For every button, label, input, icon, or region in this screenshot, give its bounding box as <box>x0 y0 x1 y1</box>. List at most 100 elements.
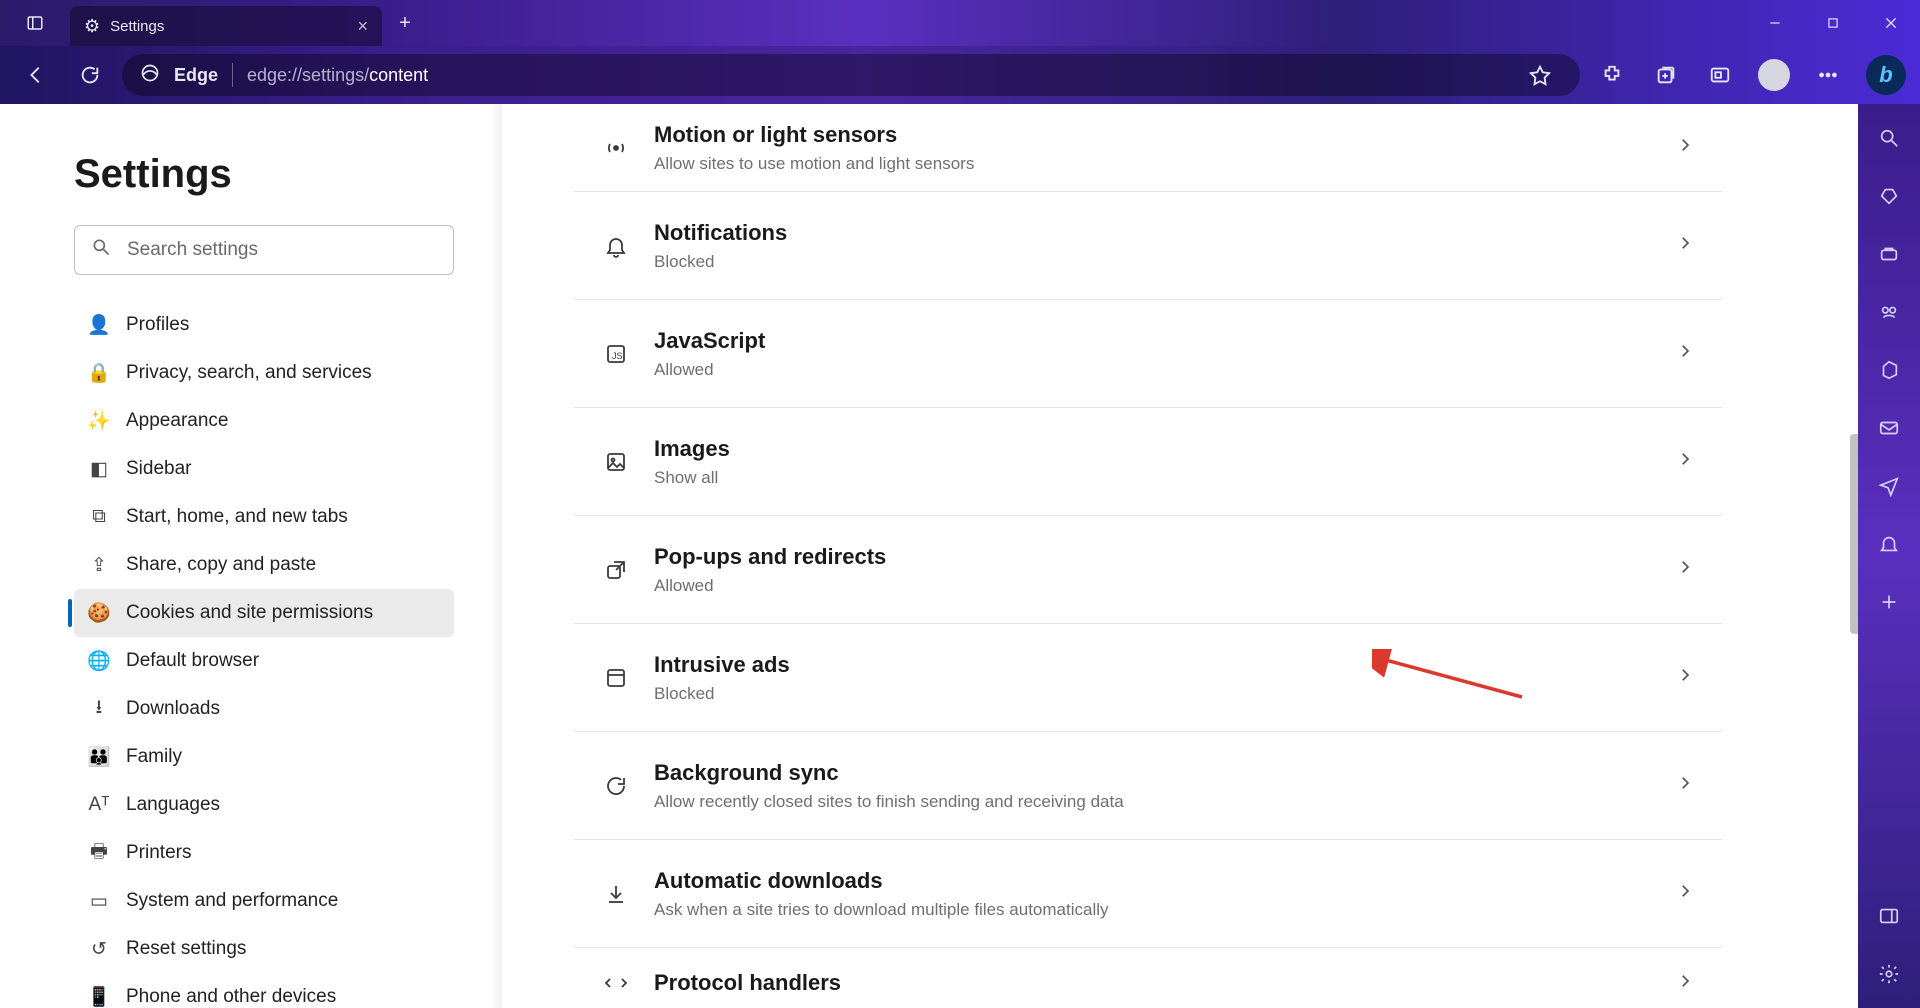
refresh-button[interactable] <box>68 53 112 97</box>
perm-title: Notifications <box>654 220 1652 246</box>
search-icon <box>91 237 111 263</box>
nav-label: Languages <box>126 794 220 816</box>
perm-protocol-handlers[interactable]: Protocol handlers <box>574 948 1722 1008</box>
perm-title: Protocol handlers <box>654 970 1652 996</box>
nav-phone[interactable]: 📱Phone and other devices <box>74 973 454 1008</box>
nav-cookies-site-permissions[interactable]: 🍪 Cookies and site permissions <box>74 589 454 637</box>
perm-title: Images <box>654 436 1652 462</box>
bell-icon <box>602 234 630 258</box>
nav-default-browser[interactable]: 🌐Default browser <box>74 637 454 685</box>
minimize-button[interactable] <box>1746 0 1804 46</box>
close-tab-button[interactable]: × <box>357 16 368 37</box>
scrollbar-thumb[interactable] <box>1850 434 1858 634</box>
nav-label: Appearance <box>126 410 228 432</box>
nav-label: Share, copy and paste <box>126 554 316 576</box>
perm-sub: Allow recently closed sites to finish se… <box>654 792 1652 812</box>
nav-reset[interactable]: ↺Reset settings <box>74 925 454 973</box>
tab-title: Settings <box>110 18 164 35</box>
perm-sub: Ask when a site tries to download multip… <box>654 900 1652 920</box>
protocol-icon <box>602 971 630 995</box>
sidebar-hide-button[interactable] <box>1875 902 1903 930</box>
perm-title: Automatic downloads <box>654 868 1652 894</box>
cookies-icon: 🍪 <box>88 601 110 625</box>
sidebar-notifications-button[interactable] <box>1875 530 1903 558</box>
chevron-right-icon <box>1676 972 1694 995</box>
nav-family[interactable]: 👪Family <box>74 733 454 781</box>
browser-tab-settings[interactable]: ⚙ Settings × <box>70 6 382 46</box>
perm-background-sync[interactable]: Background syncAllow recently closed sit… <box>574 732 1722 840</box>
profile-button[interactable] <box>1752 53 1796 97</box>
javascript-icon: JS <box>602 342 630 366</box>
site-label: Edge <box>174 65 218 86</box>
extensions-button[interactable] <box>1590 53 1634 97</box>
settings-content: Motion or light sensorsAllow sites to us… <box>502 104 1858 1008</box>
nav-label: Cookies and site permissions <box>126 602 373 624</box>
sidebar-outlook-button[interactable] <box>1875 414 1903 442</box>
nav-label: Profiles <box>126 314 189 336</box>
family-icon: 👪 <box>88 745 110 769</box>
nav-printers[interactable]: 🖶Printers <box>74 829 454 877</box>
reset-icon: ↺ <box>88 938 110 961</box>
bing-chat-button[interactable]: b <box>1866 55 1906 95</box>
settings-sidebar: Settings Search settings 👤 Profiles 🔒Priv… <box>0 104 502 1008</box>
perm-images[interactable]: Images Show all <box>574 408 1722 516</box>
chevron-right-icon <box>1676 882 1694 905</box>
nav-languages[interactable]: AᵀLanguages <box>74 781 454 829</box>
sidebar-add-button[interactable] <box>1875 588 1903 616</box>
perm-sub: Allowed <box>654 360 1652 380</box>
window-controls <box>1746 0 1920 46</box>
address-bar[interactable]: Edge edge://settings/content <box>122 54 1580 96</box>
chevron-right-icon <box>1676 136 1694 159</box>
nav-start[interactable]: ⧉Start, home, and new tabs <box>74 493 454 541</box>
sidebar-games-button[interactable] <box>1875 298 1903 326</box>
sidebar-drop-button[interactable] <box>1875 472 1903 500</box>
site-identity-icon <box>140 63 160 88</box>
sensor-icon <box>602 136 630 160</box>
nav-profiles[interactable]: 👤 Profiles <box>74 301 454 349</box>
nav-label: Start, home, and new tabs <box>126 506 348 528</box>
nav-label: Printers <box>126 842 191 864</box>
collections-button[interactable] <box>1644 53 1688 97</box>
nav-appearance[interactable]: ✨Appearance <box>74 397 454 445</box>
close-window-button[interactable] <box>1862 0 1920 46</box>
settings-heading: Settings <box>74 152 502 197</box>
sidebar-search-button[interactable] <box>1875 124 1903 152</box>
nav-share[interactable]: ⇪Share, copy and paste <box>74 541 454 589</box>
sidebar-settings-button[interactable] <box>1875 960 1903 988</box>
new-tab-button[interactable]: + <box>382 0 428 46</box>
search-settings-input[interactable]: Search settings <box>74 225 454 275</box>
nav-system[interactable]: ▭System and performance <box>74 877 454 925</box>
perm-intrusive-ads[interactable]: Intrusive adsBlocked <box>574 624 1722 732</box>
nav-sidebar[interactable]: ◧Sidebar <box>74 445 454 493</box>
perm-sub: Show all <box>654 468 1652 488</box>
nav-label: Phone and other devices <box>126 986 336 1008</box>
ads-icon <box>602 666 630 690</box>
perm-javascript[interactable]: JS JavaScriptAllowed <box>574 300 1722 408</box>
chevron-right-icon <box>1676 450 1694 473</box>
screenshot-button[interactable] <box>1698 53 1742 97</box>
edge-sidebar <box>1858 104 1920 1008</box>
perm-popups-redirects[interactable]: Pop-ups and redirectsAllowed <box>574 516 1722 624</box>
perm-sub: Allow sites to use motion and light sens… <box>654 154 1652 174</box>
popup-icon <box>602 558 630 582</box>
more-button[interactable] <box>1806 53 1850 97</box>
sidebar-office-button[interactable] <box>1875 356 1903 384</box>
content-scrollbar[interactable] <box>1850 104 1858 1008</box>
nav-privacy[interactable]: 🔒Privacy, search, and services <box>74 349 454 397</box>
perm-title: Intrusive ads <box>654 652 1652 678</box>
back-button[interactable] <box>14 53 58 97</box>
bing-icon: b <box>1879 62 1892 88</box>
sidebar-shopping-button[interactable] <box>1875 182 1903 210</box>
favorite-button[interactable] <box>1518 53 1562 97</box>
perm-automatic-downloads[interactable]: Automatic downloads Ask when a site tries… <box>574 840 1722 948</box>
profile-icon: 👤 <box>88 313 110 337</box>
sidebar-tools-button[interactable] <box>1875 240 1903 268</box>
nav-downloads[interactable]: ⭳Downloads <box>74 685 454 733</box>
perm-notifications[interactable]: NotificationsBlocked <box>574 192 1722 300</box>
chevron-right-icon <box>1676 234 1694 257</box>
maximize-button[interactable] <box>1804 0 1862 46</box>
url-suffix: content <box>369 65 428 85</box>
search-placeholder: Search settings <box>127 239 258 261</box>
perm-motion-sensors[interactable]: Motion or light sensorsAllow sites to us… <box>574 104 1722 192</box>
tab-actions-button[interactable] <box>0 0 70 46</box>
